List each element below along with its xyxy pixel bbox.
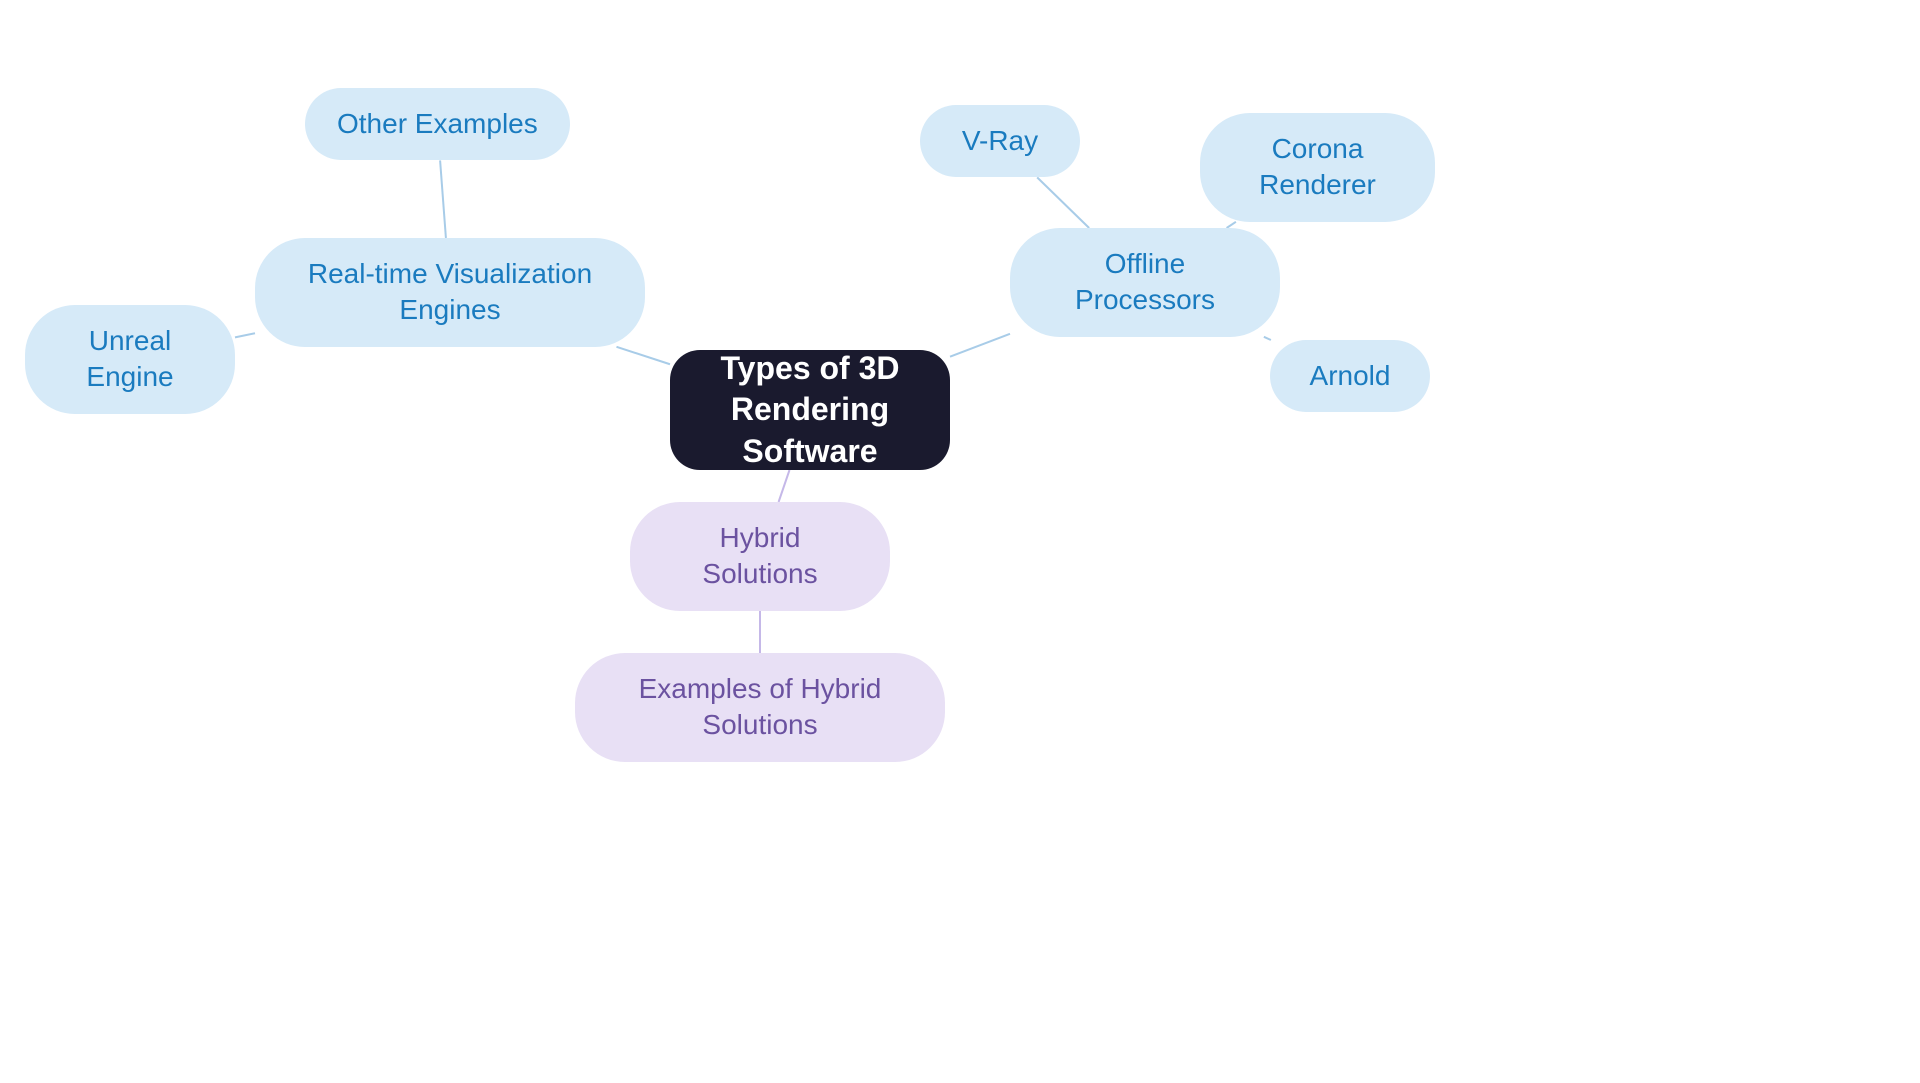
hybrid-examples-node: Examples of Hybrid Solutions xyxy=(575,653,945,762)
hybrid-examples-label: Examples of Hybrid Solutions xyxy=(607,671,913,744)
vray-node: V-Ray xyxy=(920,105,1080,177)
offline-node: Offline Processors xyxy=(1010,228,1280,337)
arnold-node: Arnold xyxy=(1270,340,1430,412)
hybrid-label: Hybrid Solutions xyxy=(662,520,858,593)
unreal-label: Unreal Engine xyxy=(57,323,203,396)
unreal-node: Unreal Engine xyxy=(25,305,235,414)
offline-label: Offline Processors xyxy=(1042,246,1248,319)
corona-label: Corona Renderer xyxy=(1232,131,1403,204)
realtime-label: Real-time Visualization Engines xyxy=(287,256,613,329)
other-examples-label: Other Examples xyxy=(337,106,538,142)
realtime-node: Real-time Visualization Engines xyxy=(255,238,645,347)
other-examples-node: Other Examples xyxy=(305,88,570,160)
vray-label: V-Ray xyxy=(962,123,1038,159)
corona-node: Corona Renderer xyxy=(1200,113,1435,222)
hybrid-node: Hybrid Solutions xyxy=(630,502,890,611)
arnold-label: Arnold xyxy=(1310,358,1391,394)
center-node: Types of 3D Rendering Software xyxy=(670,350,950,470)
center-label: Types of 3D Rendering Software xyxy=(702,348,918,473)
